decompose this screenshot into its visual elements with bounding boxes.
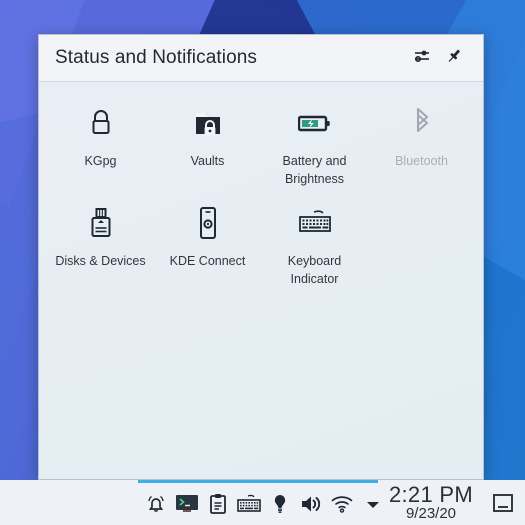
wifi-icon[interactable]: [328, 489, 356, 519]
tray-item-bluetooth[interactable]: Bluetooth: [368, 96, 475, 196]
clipboard-icon[interactable]: [204, 489, 232, 519]
tray-item-label: Bluetooth: [395, 154, 448, 168]
keyboard-icon: [297, 206, 333, 240]
tray-expand-arrow-icon[interactable]: [359, 489, 387, 519]
desktop: Status and Notifications KGpg Vaults Bat…: [0, 0, 525, 525]
tray-item-label: Vaults: [190, 154, 225, 168]
taskbar-left: [0, 480, 381, 525]
tray-item-vaults[interactable]: Vaults: [154, 96, 261, 196]
tray-item-label: KDE Connect: [169, 254, 246, 269]
configure-button[interactable]: [407, 43, 437, 73]
show-desktop-icon: [493, 493, 513, 512]
lock-icon: [86, 106, 116, 140]
terminal-icon[interactable]: [173, 489, 201, 519]
tray-item-battery-and-brightness[interactable]: Battery and Brightness: [261, 96, 368, 196]
keyboard-layout-icon[interactable]: [235, 489, 263, 519]
clock[interactable]: 2:21 PM 9/23/20: [381, 480, 481, 525]
pin-button[interactable]: [439, 43, 469, 73]
brightness-icon[interactable]: [266, 489, 294, 519]
system-tray: [138, 483, 387, 525]
popup-body: KGpg Vaults Battery and Brightness Bluet…: [39, 82, 483, 479]
tray-item-label: Battery and Brightness: [282, 154, 347, 187]
tray-grid-row: Disks & Devices KDE Connect Keyboard Ind…: [47, 196, 475, 296]
pin-icon: [444, 46, 464, 71]
popup-title: Status and Notifications: [55, 47, 258, 68]
taskbar: 2:21 PM 9/23/20: [0, 480, 525, 525]
popup-header: Status and Notifications: [39, 35, 483, 82]
tray-item-kgpg[interactable]: KGpg: [47, 96, 154, 196]
volume-icon[interactable]: [297, 489, 325, 519]
bluetooth-icon: [410, 106, 434, 140]
tray-grid-empty-cell: [368, 196, 475, 296]
clock-time: 2:21 PM: [388, 482, 474, 508]
tray-item-label: Disks & Devices: [55, 254, 146, 269]
show-desktop-button[interactable]: [481, 480, 525, 525]
clock-date: 9/23/20: [405, 505, 457, 523]
tray-item-label: Keyboard Indicator: [287, 254, 342, 287]
status-and-notifications-popup: Status and Notifications KGpg Vaults Bat…: [38, 34, 484, 480]
battery-charging-icon: [297, 106, 332, 140]
tray-item-label: KGpg: [84, 154, 117, 168]
phone-gear-icon: [196, 206, 220, 240]
tray-item-disks-and-devices[interactable]: Disks & Devices: [47, 196, 154, 296]
tray-grid-row: KGpg Vaults Battery and Brightness Bluet…: [47, 96, 475, 196]
sliders-icon: [412, 46, 432, 71]
usb-drive-icon: [86, 206, 116, 240]
tray-item-keyboard-indicator[interactable]: Keyboard Indicator: [261, 196, 368, 296]
notifications-icon[interactable]: [142, 489, 170, 519]
vault-folder-lock-icon: [193, 106, 223, 140]
tray-item-kde-connect[interactable]: KDE Connect: [154, 196, 261, 296]
